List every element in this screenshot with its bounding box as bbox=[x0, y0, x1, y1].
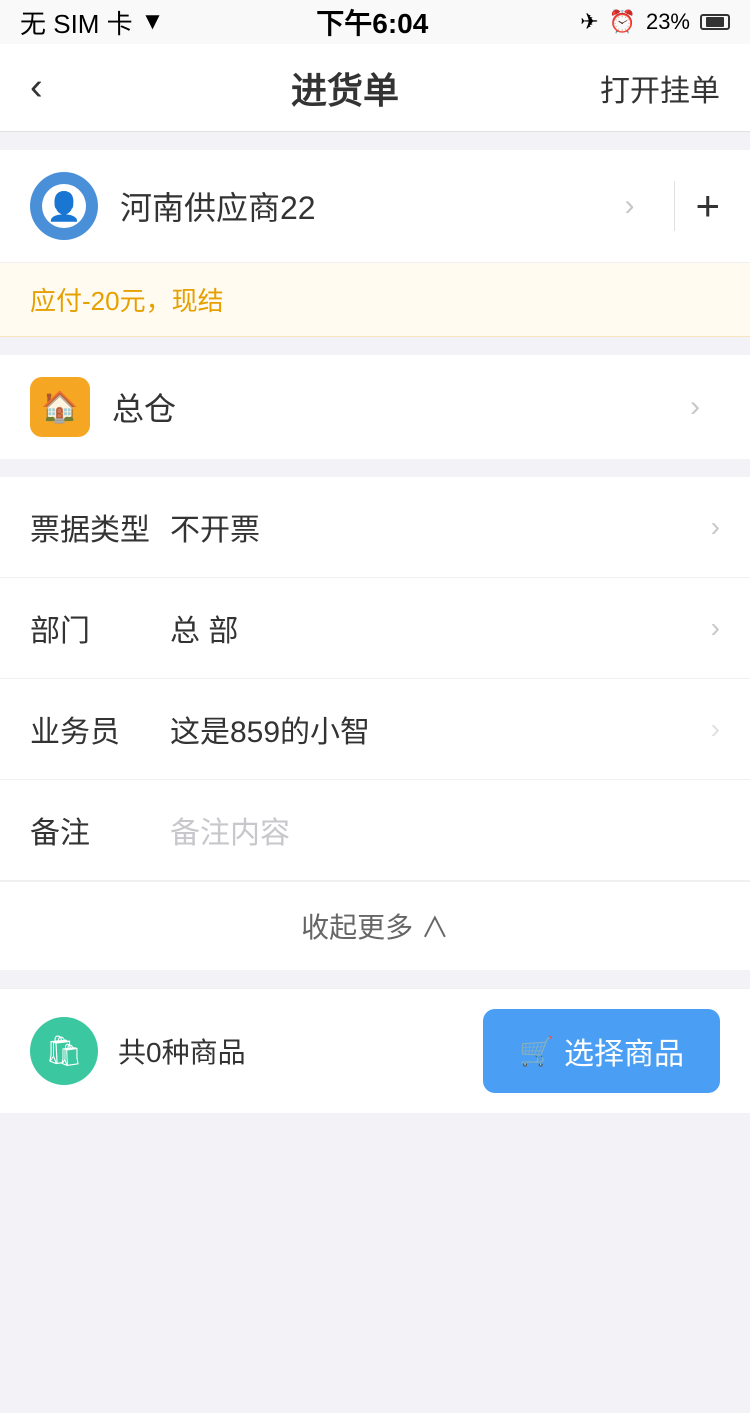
battery-icon bbox=[700, 14, 730, 30]
bottom-bar: 🛍 共0种商品 🛒 选择商品 bbox=[0, 988, 750, 1113]
remark-input[interactable]: 备注内容 bbox=[170, 808, 720, 852]
alarm-icon: ⏰ bbox=[609, 9, 636, 35]
warehouse-name: 总仓 bbox=[112, 384, 690, 430]
goods-bag-icon: 🛍 bbox=[45, 1034, 83, 1069]
notice-bar: 应付-20元，现结 bbox=[0, 263, 750, 337]
warehouse-icon-wrap: 🏠 bbox=[30, 377, 90, 437]
sales-chevron-icon: › bbox=[711, 713, 720, 745]
collapse-text: 收起更多 ∧ bbox=[301, 906, 449, 946]
status-left: 无 SIM 卡 ▼ bbox=[20, 4, 164, 41]
warehouse-chevron-icon: › bbox=[690, 390, 700, 424]
remark-label: 备注 bbox=[30, 808, 170, 852]
dept-value: 总 部 bbox=[170, 606, 711, 650]
dept-chevron-icon: › bbox=[711, 612, 720, 644]
sales-row[interactable]: 业务员 这是859的小智 › bbox=[0, 679, 750, 780]
middle-divider-1 bbox=[0, 337, 750, 355]
empty-area bbox=[0, 1113, 750, 1413]
supplier-row[interactable]: 👤 河南供应商22 › + bbox=[0, 150, 750, 263]
warehouse-section: 🏠 总仓 › bbox=[0, 355, 750, 459]
page-title: 进货单 bbox=[291, 62, 399, 114]
add-supplier-button[interactable]: + bbox=[695, 182, 720, 230]
status-right: ✈ ⏰ 23% bbox=[580, 9, 730, 35]
remark-row[interactable]: 备注 备注内容 bbox=[0, 780, 750, 881]
home-icon: 🏠 bbox=[41, 390, 78, 425]
supplier-section: 👤 河南供应商22 › + 应付-20元，现结 bbox=[0, 150, 750, 337]
goods-icon-wrap: 🛍 bbox=[30, 1017, 98, 1085]
location-icon: ✈ bbox=[580, 9, 598, 35]
invoice-label: 票据类型 bbox=[30, 505, 170, 549]
select-goods-button[interactable]: 🛒 选择商品 bbox=[483, 1009, 720, 1093]
invoice-chevron-icon: › bbox=[711, 511, 720, 543]
wifi-icon: ▼ bbox=[141, 8, 165, 36]
vertical-divider bbox=[674, 181, 675, 231]
avatar-inner: 👤 bbox=[42, 184, 86, 228]
supplier-avatar: 👤 bbox=[30, 172, 98, 240]
select-goods-label: 选择商品 bbox=[564, 1029, 684, 1073]
sales-value: 这是859的小智 bbox=[170, 707, 711, 751]
sales-label: 业务员 bbox=[30, 707, 170, 751]
supplier-name: 河南供应商22 bbox=[120, 183, 624, 229]
form-section: 票据类型 不开票 › 部门 总 部 › 业务员 这是859的小智 › 备注 备注… bbox=[0, 477, 750, 970]
notice-text: 应付-20元，现结 bbox=[30, 286, 224, 316]
status-time: 下午6:04 bbox=[316, 2, 428, 42]
nav-bar: ‹ 进货单 打开挂单 bbox=[0, 44, 750, 132]
goods-count: 共0种商品 bbox=[118, 1031, 483, 1071]
battery-text: 23% bbox=[646, 9, 690, 35]
invoice-row[interactable]: 票据类型 不开票 › bbox=[0, 477, 750, 578]
status-bar: 无 SIM 卡 ▼ 下午6:04 ✈ ⏰ 23% bbox=[0, 0, 750, 44]
top-divider bbox=[0, 132, 750, 150]
collapse-row[interactable]: 收起更多 ∧ bbox=[0, 881, 750, 970]
carrier-text: 无 SIM 卡 bbox=[20, 4, 133, 41]
open-pending-button[interactable]: 打开挂单 bbox=[600, 66, 720, 110]
invoice-value: 不开票 bbox=[170, 505, 711, 549]
select-cart-icon: 🛒 bbox=[519, 1035, 554, 1068]
supplier-chevron-icon: › bbox=[624, 189, 634, 223]
person-icon: 👤 bbox=[47, 190, 82, 223]
dept-row[interactable]: 部门 总 部 › bbox=[0, 578, 750, 679]
back-button[interactable]: ‹ bbox=[30, 66, 90, 109]
dept-label: 部门 bbox=[30, 606, 170, 650]
warehouse-row[interactable]: 🏠 总仓 › bbox=[0, 355, 750, 459]
